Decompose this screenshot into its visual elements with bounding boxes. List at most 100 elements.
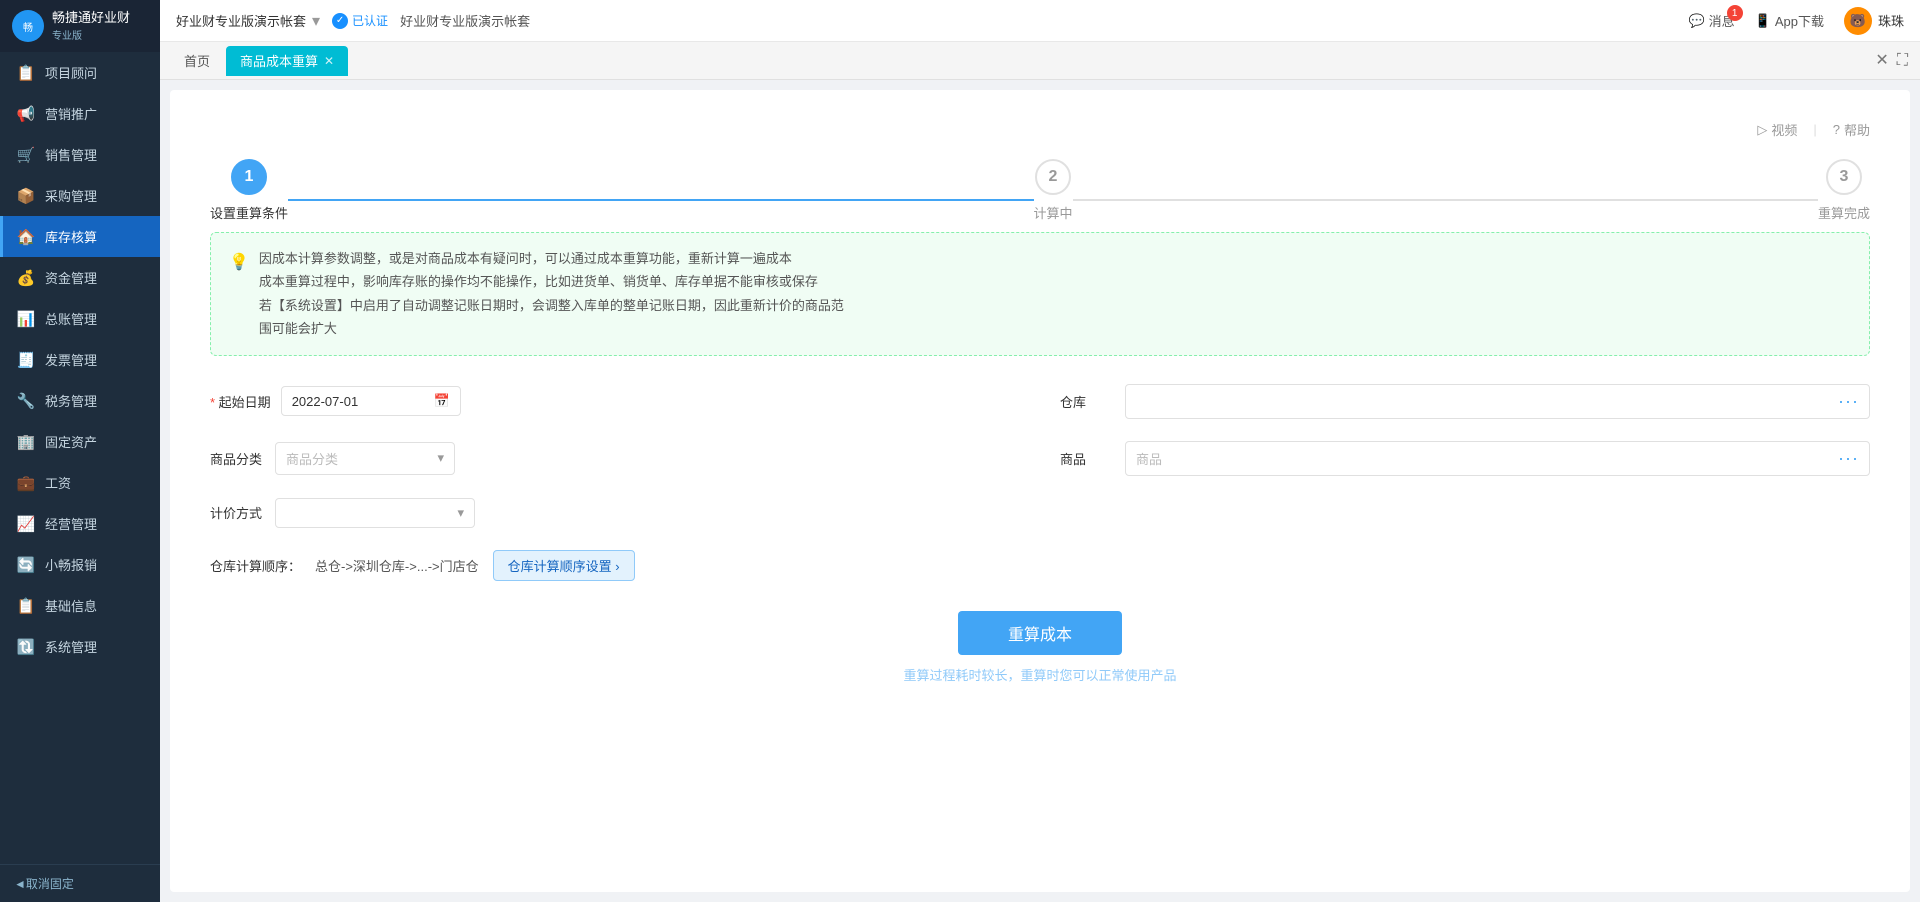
expand-window-button[interactable]: ⛶ bbox=[1897, 53, 1908, 69]
user-menu[interactable]: 🐻 珠珠 bbox=[1844, 7, 1904, 35]
stepper: 1 设置重算条件 2 计算中 3 重算完成 bbox=[210, 159, 1870, 222]
assets-icon: 🏢 bbox=[17, 433, 35, 451]
info-content: 因成本计算参数调整，或是对商品成本有疑问时，可以通过成本重算功能，重新计算一遍成… bbox=[259, 247, 844, 341]
topbar: 好业财专业版演示帐套 ▾ ✓ 已认证 好业财专业版演示帐套 💬 消息 1 📱 A… bbox=[160, 0, 1920, 42]
chevron-down-icon: ▾ bbox=[437, 450, 444, 466]
category-placeholder: 商品分类 bbox=[286, 449, 338, 468]
topbar-right: 💬 消息 1 📱 App下载 🐻 珠珠 bbox=[1688, 7, 1904, 35]
help-link[interactable]: ? 帮助 bbox=[1833, 120, 1870, 139]
tabsbar-actions: ✕ ⛶ bbox=[1875, 53, 1920, 69]
step-line-2 bbox=[1073, 199, 1818, 201]
warehouse-order-value: 总仓->深圳仓库->...->门店仓 bbox=[315, 556, 479, 575]
sidebar-item-finance[interactable]: 💰 资金管理 bbox=[0, 257, 160, 298]
start-date-input[interactable]: 2022-07-01 📅 bbox=[281, 386, 461, 416]
sidebar-item-basic[interactable]: 📋 基础信息 bbox=[0, 585, 160, 626]
sidebar-logo: 畅 bbox=[12, 10, 44, 42]
sidebar-item-marketing[interactable]: 📢 营销推广 bbox=[0, 93, 160, 134]
sidebar-item-system[interactable]: 🔃 系统管理 bbox=[0, 626, 160, 667]
inventory-icon: 🏠 bbox=[17, 228, 35, 246]
goods-dots-icon[interactable]: ··· bbox=[1838, 448, 1859, 469]
project-icon: 📋 bbox=[17, 64, 35, 82]
sidebar-item-assets[interactable]: 🏢 固定资产 bbox=[0, 421, 160, 462]
account-dropdown-icon[interactable]: ▾ bbox=[312, 11, 320, 31]
sidebar-item-management[interactable]: 📈 经营管理 bbox=[0, 503, 160, 544]
step-3-label: 重算完成 bbox=[1818, 203, 1870, 222]
sidebar-item-label-salary: 工资 bbox=[45, 473, 71, 492]
category-select[interactable]: 商品分类 ▾ bbox=[275, 442, 455, 475]
goods-placeholder: 商品 bbox=[1136, 449, 1162, 468]
step-2-circle: 2 bbox=[1035, 159, 1071, 195]
start-date-group: 起始日期 2022-07-01 📅 bbox=[210, 386, 1020, 416]
sidebar-item-label-project: 项目顾问 bbox=[45, 63, 97, 82]
step-1-circle: 1 bbox=[231, 159, 267, 195]
account-selector[interactable]: 好业财专业版演示帐套 ▾ bbox=[176, 11, 320, 31]
sidebar-item-label-assets: 固定资产 bbox=[45, 432, 97, 451]
management-icon: 📈 bbox=[17, 515, 35, 533]
sidebar-item-project[interactable]: 📋 项目顾问 bbox=[0, 52, 160, 93]
form-row-3: 计价方式 ▾ bbox=[210, 498, 1870, 528]
sidebar-item-label-accounting: 总账管理 bbox=[45, 309, 97, 328]
info-icon: 💡 bbox=[229, 249, 249, 341]
video-link[interactable]: ▷ 视频 bbox=[1757, 120, 1797, 139]
start-date-label: 起始日期 bbox=[210, 392, 271, 411]
recalculate-button[interactable]: 重算成本 bbox=[958, 611, 1122, 655]
content-area: ▷ 视频 | ? 帮助 1 设置重算条件 2 计算中 3 重算完成 💡 bbox=[170, 90, 1910, 892]
sidebar-item-label-management: 经营管理 bbox=[45, 514, 97, 533]
start-date-value: 2022-07-01 bbox=[292, 394, 426, 409]
form-row-1: 起始日期 2022-07-01 📅 仓库 ··· bbox=[210, 384, 1870, 419]
sidebar-item-invoice[interactable]: 🧾 发票管理 bbox=[0, 339, 160, 380]
account-name: 好业财专业版演示帐套 bbox=[400, 11, 530, 30]
pricing-select[interactable]: ▾ bbox=[275, 498, 475, 528]
tab-home[interactable]: 首页 bbox=[170, 46, 224, 76]
goods-label: 商品 bbox=[1060, 449, 1115, 468]
avatar: 🐻 bbox=[1844, 7, 1872, 35]
step-line-1 bbox=[288, 199, 1033, 201]
system-icon: 🔃 bbox=[17, 638, 35, 656]
tabsbar: 首页 商品成本重算 ✕ ✕ ⛶ bbox=[160, 42, 1920, 80]
sidebar-item-label-tax: 税务管理 bbox=[45, 391, 97, 410]
helpers-area: ▷ 视频 | ? 帮助 bbox=[210, 120, 1870, 139]
messages-button[interactable]: 💬 消息 1 bbox=[1688, 11, 1734, 30]
sidebar-item-expense[interactable]: 🔄 小畅报销 bbox=[0, 544, 160, 585]
sidebar-item-label-expense: 小畅报销 bbox=[45, 555, 97, 574]
tab-cost-recalc[interactable]: 商品成本重算 ✕ bbox=[226, 46, 348, 76]
sidebar-item-purchase[interactable]: 📦 采购管理 bbox=[0, 175, 160, 216]
sidebar-item-label-basic: 基础信息 bbox=[45, 596, 97, 615]
sidebar-item-salary[interactable]: 💼 工资 bbox=[0, 462, 160, 503]
warehouse-label: 仓库 bbox=[1060, 392, 1115, 411]
goods-input[interactable]: 商品 ··· bbox=[1125, 441, 1870, 476]
submit-area: 重算成本 重算过程耗时较长，重算时您可以正常使用产品 bbox=[210, 611, 1870, 684]
tab-close-icon[interactable]: ✕ bbox=[324, 55, 334, 67]
warehouse-order-label: 仓库计算顺序： bbox=[210, 556, 301, 575]
step-2-label: 计算中 bbox=[1034, 203, 1073, 222]
pricing-group: 计价方式 ▾ bbox=[210, 498, 1020, 528]
sidebar-item-label-marketing: 营销推广 bbox=[45, 104, 97, 123]
tab-cost-recalc-label: 商品成本重算 bbox=[240, 51, 318, 70]
warehouse-order-settings-button[interactable]: 仓库计算顺序设置 › bbox=[493, 550, 635, 581]
info-line-1: 因成本计算参数调整，或是对商品成本有疑问时，可以通过成本重算功能，重新计算一遍成… bbox=[259, 247, 844, 270]
sidebar-item-label-sales: 销售管理 bbox=[45, 145, 97, 164]
sidebar: 畅 畅捷通好业财 专业版 📋 项目顾问 📢 营销推广 🛒 销售管理 📦 采购管理… bbox=[0, 0, 160, 902]
info-line-3: 若【系统设置】中启用了自动调整记账日期时，会调整入库单的整单记账日期，因此重新计… bbox=[259, 294, 844, 317]
warehouse-dots-icon[interactable]: ··· bbox=[1838, 391, 1859, 412]
accounting-icon: 📊 bbox=[17, 310, 35, 328]
app-download-button[interactable]: 📱 App下载 bbox=[1755, 11, 1824, 30]
message-icon: 💬 bbox=[1688, 13, 1704, 29]
sidebar-item-inventory[interactable]: 🏠 库存核算 bbox=[0, 216, 160, 257]
calendar-icon[interactable]: 📅 bbox=[434, 393, 450, 409]
warehouse-input[interactable]: ··· bbox=[1125, 384, 1870, 419]
sidebar-item-sales[interactable]: 🛒 销售管理 bbox=[0, 134, 160, 175]
sidebar-footer[interactable]: ◄取消固定 bbox=[0, 864, 160, 902]
close-window-button[interactable]: ✕ bbox=[1875, 53, 1888, 69]
main-area: 好业财专业版演示帐套 ▾ ✓ 已认证 好业财专业版演示帐套 💬 消息 1 📱 A… bbox=[160, 0, 1920, 902]
finance-icon: 💰 bbox=[17, 269, 35, 287]
user-name: 珠珠 bbox=[1878, 11, 1904, 30]
sidebar-item-label-purchase: 采购管理 bbox=[45, 186, 97, 205]
warehouse-order-row: 仓库计算顺序： 总仓->深圳仓库->...->门店仓 仓库计算顺序设置 › bbox=[210, 550, 1870, 581]
step-1: 1 设置重算条件 bbox=[210, 159, 288, 222]
info-box: 💡 因成本计算参数调整，或是对商品成本有疑问时，可以通过成本重算功能，重新计算一… bbox=[210, 232, 1870, 356]
verified-badge: ✓ 已认证 bbox=[332, 12, 388, 29]
sidebar-item-accounting[interactable]: 📊 总账管理 bbox=[0, 298, 160, 339]
sidebar-item-label-inventory: 库存核算 bbox=[45, 227, 97, 246]
sidebar-item-tax[interactable]: 🔧 税务管理 bbox=[0, 380, 160, 421]
